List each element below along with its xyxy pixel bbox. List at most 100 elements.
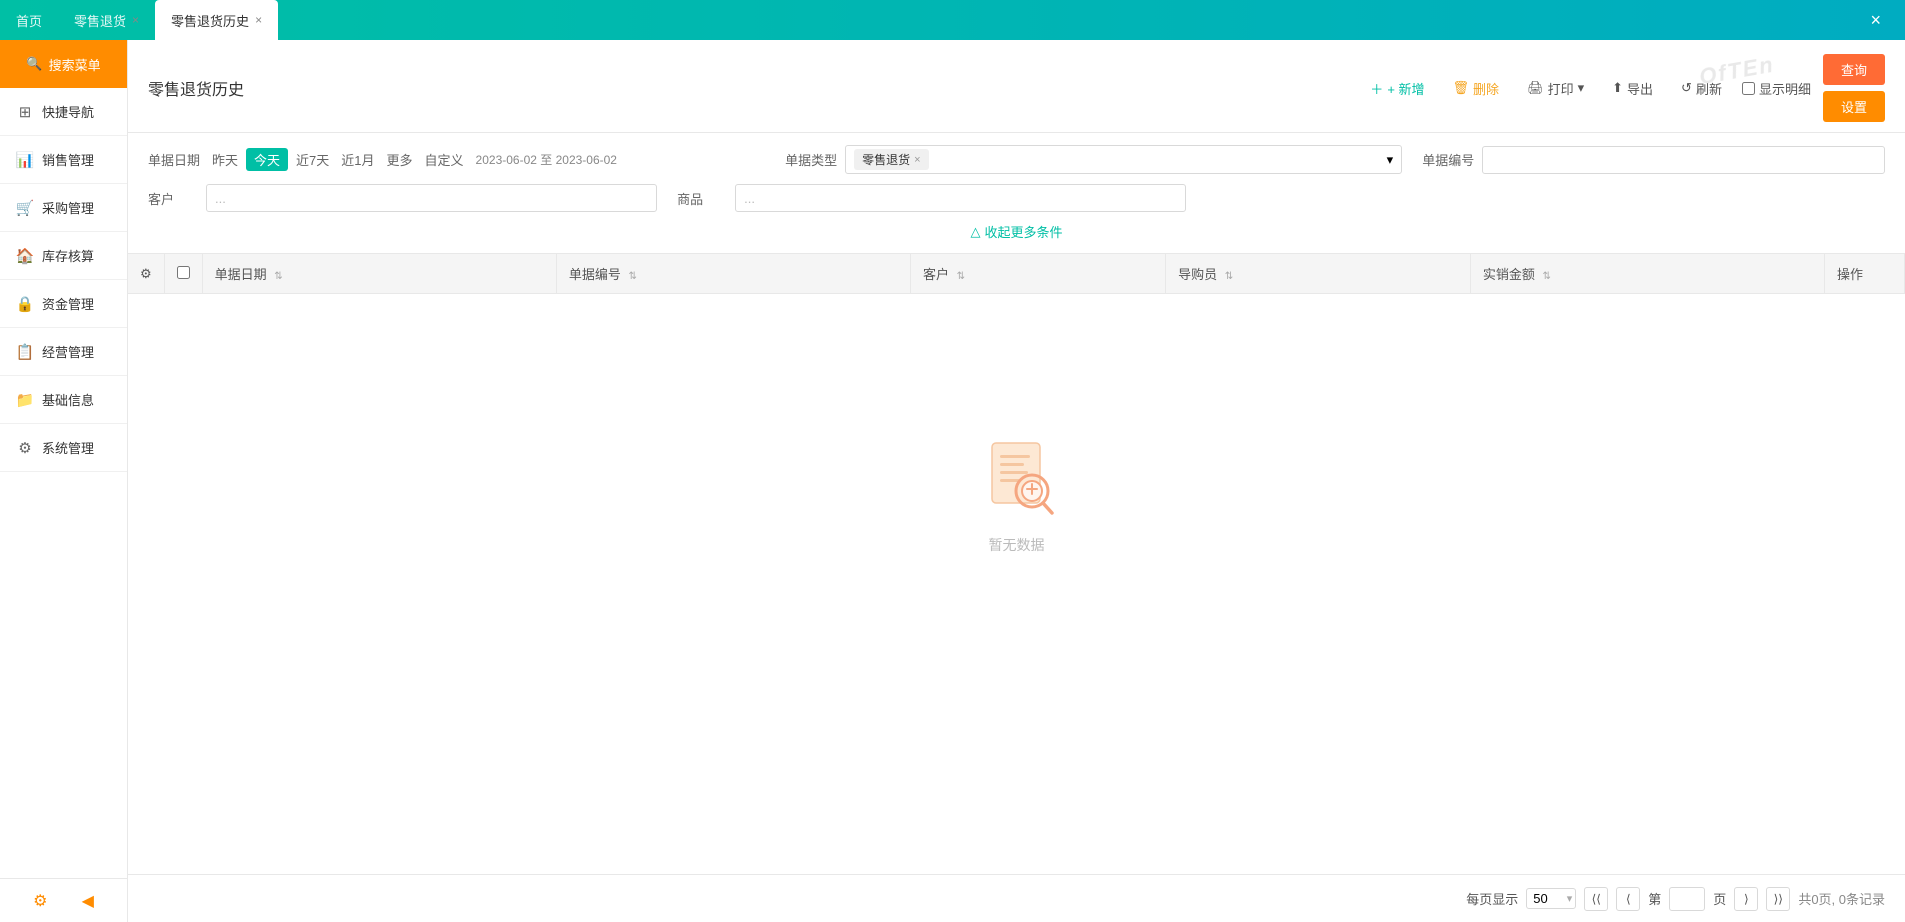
tab-close-retail-return-history[interactable]: × [255, 13, 262, 27]
main-layout: 🔍 搜索菜单 ⊞ 快捷导航 📊 销售管理 🛒 采购管理 🏠 库存核算 🔒 资金管… [0, 40, 1905, 922]
th-customer[interactable]: 客户 ⇅ [910, 254, 1165, 294]
tab-home[interactable]: 首页 [0, 0, 58, 40]
sidebar-bottom: ⚙ ◀ [0, 878, 127, 922]
date-option-today[interactable]: 今天 [246, 148, 288, 171]
main-content: 零售退货历史 ＋ + 新增 🗑 删除 🖨 打印 ▾ ⬆ 导出 [128, 40, 1905, 922]
new-button[interactable]: ＋ + 新增 [1362, 75, 1432, 102]
goods-filter-input[interactable] [735, 184, 1186, 212]
first-page-button[interactable]: ⟨⟨ [1584, 887, 1608, 911]
type-dropdown-icon: ▾ [1387, 152, 1394, 168]
collapse-button[interactable]: △ 收起更多条件 [148, 222, 1885, 241]
type-tag-text: 零售退货 [862, 151, 910, 168]
empty-text: 暂无数据 [989, 535, 1045, 555]
show-detail-checkbox-label[interactable]: 显示明细 [1742, 79, 1811, 98]
date-option-more[interactable]: 更多 [383, 148, 417, 171]
sidebar-item-quick-nav[interactable]: ⊞ 快捷导航 [0, 88, 127, 136]
page-total: 共0页, 0条记录 [1798, 889, 1885, 908]
page-size-select[interactable]: 50 10 20 100 [1526, 888, 1576, 909]
sidebar-item-finance[interactable]: 🔒 资金管理 [0, 280, 127, 328]
th-number[interactable]: 单据编号 ⇅ [556, 254, 910, 294]
show-detail-checkbox[interactable] [1742, 82, 1755, 95]
sidebar-item-sales-mgmt[interactable]: 📊 销售管理 [0, 136, 127, 184]
top-bar: 首页零售退货×零售退货历史× × [0, 0, 1905, 40]
tab-close-retail-return[interactable]: × [132, 13, 139, 27]
prev-page-button[interactable]: ⟨ [1616, 887, 1640, 911]
page-size-label: 每页显示 [1466, 889, 1518, 908]
next-page-button[interactable]: ⟩ [1734, 887, 1758, 911]
sidebar-nav: ⊞ 快捷导航 📊 销售管理 🛒 采购管理 🏠 库存核算 🔒 资金管理 📋 经营管… [0, 88, 127, 878]
refresh-icon: ↺ [1681, 80, 1692, 96]
th-guide-label: 导购员 [1178, 267, 1217, 282]
sidebar-settings-button[interactable]: ⚙ [33, 891, 47, 911]
export-button[interactable]: ⬆ 导出 [1604, 75, 1661, 102]
type-tag-close[interactable]: × [914, 154, 920, 166]
print-icon: 🖨 [1527, 80, 1544, 96]
nav-icon-sales-mgmt: 📊 [16, 151, 34, 169]
number-filter: 单据编号 [1422, 146, 1885, 174]
tab-bar: 首页零售退货×零售退货历史× [0, 0, 1862, 40]
date-filter-label: 单据日期 [148, 150, 200, 169]
type-filter-label: 单据类型 [785, 150, 837, 169]
filter-row-1: 单据日期 昨天 今天 近7天 近1月 更多 自定义 2023-06-02 至 2… [148, 145, 1885, 174]
filter-area: 单据日期 昨天 今天 近7天 近1月 更多 自定义 2023-06-02 至 2… [128, 133, 1905, 254]
last-page-button[interactable]: ⟩⟩ [1766, 887, 1790, 911]
filter-row-2: 客户 商品 [148, 184, 1885, 212]
collapse-container: △ 收起更多条件 [148, 222, 1885, 241]
sidebar-item-operations[interactable]: 📋 经营管理 [0, 328, 127, 376]
number-filter-input[interactable] [1482, 146, 1885, 174]
plus-icon: ＋ [1370, 79, 1383, 98]
tab-retail-return-history[interactable]: 零售退货历史× [155, 0, 278, 40]
goods-filter: 商品 [677, 184, 1186, 212]
th-guide[interactable]: 导购员 ⇅ [1166, 254, 1471, 294]
empty-state: 暂无数据 [128, 294, 1905, 694]
sidebar-item-purchase-mgmt[interactable]: 🛒 采购管理 [0, 184, 127, 232]
nav-label-inventory: 库存核算 [42, 246, 94, 265]
customer-sort-icon: ⇅ [957, 271, 965, 282]
page-header: 零售退货历史 ＋ + 新增 🗑 删除 🖨 打印 ▾ ⬆ 导出 [128, 40, 1905, 133]
th-date[interactable]: 单据日期 ⇅ [202, 254, 556, 294]
sidebar-item-basic-info[interactable]: 📁 基础信息 [0, 376, 127, 424]
sidebar-collapse-button[interactable]: ◀ [82, 891, 94, 911]
sidebar-search[interactable]: 🔍 搜索菜单 [0, 40, 127, 88]
tab-retail-return[interactable]: 零售退货× [58, 0, 155, 40]
collapse-up-icon: △ [970, 224, 980, 240]
type-tag-container[interactable]: 零售退货 × ▾ [845, 145, 1402, 174]
sidebar-item-inventory[interactable]: 🏠 库存核算 [0, 232, 127, 280]
nav-label-sales-mgmt: 销售管理 [42, 150, 94, 169]
type-filter: 单据类型 零售退货 × ▾ [785, 145, 1402, 174]
date-option-custom[interactable]: 自定义 [421, 148, 468, 171]
empty-illustration [972, 433, 1062, 523]
nav-label-finance: 资金管理 [42, 294, 94, 313]
th-amount[interactable]: 实销金额 ⇅ [1470, 254, 1824, 294]
sidebar-search-label: 搜索菜单 [49, 55, 101, 74]
table-header-row: ⚙ 单据日期 ⇅ 单据编号 ⇅ [128, 254, 1905, 294]
window-close-button[interactable]: × [1862, 10, 1889, 31]
data-table: ⚙ 单据日期 ⇅ 单据编号 ⇅ [128, 254, 1905, 294]
pagination-bar: 每页显示 50 10 20 100 ⟨⟨ ⟨ 第 1 页 ⟩ ⟩⟩ 共0页, 0… [128, 874, 1905, 922]
th-date-label: 单据日期 [215, 267, 267, 282]
delete-button[interactable]: 🗑 删除 [1445, 75, 1508, 102]
date-option-last7[interactable]: 近7天 [292, 148, 333, 171]
nav-icon-system-mgmt: ⚙ [16, 439, 34, 457]
select-all-checkbox[interactable] [177, 266, 190, 279]
export-icon: ⬆ [1612, 80, 1623, 96]
gear-icon: ⚙ [140, 266, 152, 281]
th-checkbox[interactable] [164, 254, 202, 294]
sidebar-item-system-mgmt[interactable]: ⚙ 系统管理 [0, 424, 127, 472]
page-number-input[interactable]: 1 [1669, 887, 1705, 911]
th-gear[interactable]: ⚙ [128, 254, 164, 294]
nav-label-quick-nav: 快捷导航 [42, 102, 94, 121]
settings-button[interactable]: 设置 [1823, 91, 1885, 122]
refresh-button[interactable]: ↺ 刷新 [1673, 75, 1730, 102]
date-range-display: 2023-06-02 至 2023-06-02 [476, 151, 617, 168]
th-number-label: 单据编号 [569, 267, 621, 282]
date-option-yesterday[interactable]: 昨天 [208, 148, 242, 171]
print-button[interactable]: 🖨 打印 ▾ [1519, 75, 1592, 102]
number-sort-icon: ⇅ [628, 271, 636, 282]
th-customer-label: 客户 [923, 267, 949, 282]
date-option-last-month[interactable]: 近1月 [337, 148, 378, 171]
page-unit: 页 [1713, 889, 1726, 908]
nav-icon-basic-info: 📁 [16, 391, 34, 409]
customer-filter-input[interactable] [206, 184, 657, 212]
query-button[interactable]: 查询 [1823, 54, 1885, 85]
